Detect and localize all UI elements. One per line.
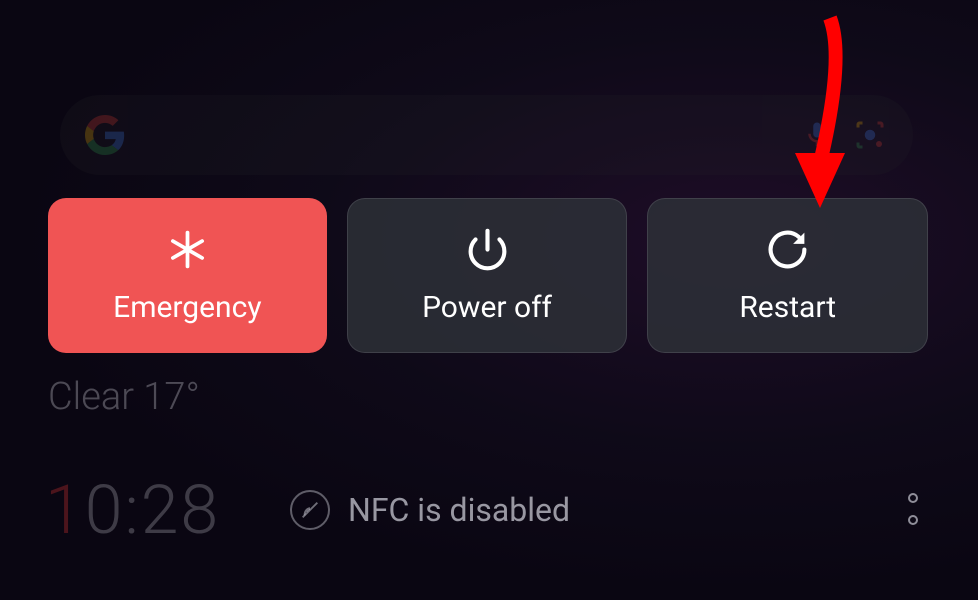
weather-status: Clear 17° (48, 375, 200, 419)
emergency-button[interactable]: Emergency (48, 198, 327, 353)
clock-rest: 0:28 (85, 470, 220, 550)
more-options-button[interactable] (908, 493, 918, 525)
power-off-button[interactable]: Power off (347, 198, 628, 353)
google-lens-icon[interactable] (852, 117, 888, 153)
clock-hour-digit: 1 (45, 470, 85, 550)
restart-icon (765, 227, 810, 272)
dot-icon (908, 493, 918, 503)
nfc-disabled-icon (290, 490, 330, 530)
clock-widget: 10:28 (45, 470, 220, 550)
red-arrow-annotation (775, 8, 855, 222)
nfc-text: NFC is disabled (348, 491, 570, 529)
emergency-asterisk-icon (165, 227, 210, 272)
dot-icon (908, 515, 918, 525)
google-logo-icon (85, 115, 125, 155)
restart-label: Restart (739, 290, 836, 325)
power-icon (465, 227, 510, 272)
emergency-label: Emergency (113, 290, 261, 325)
nfc-notification[interactable]: NFC is disabled (290, 490, 570, 530)
power-off-label: Power off (422, 290, 552, 325)
